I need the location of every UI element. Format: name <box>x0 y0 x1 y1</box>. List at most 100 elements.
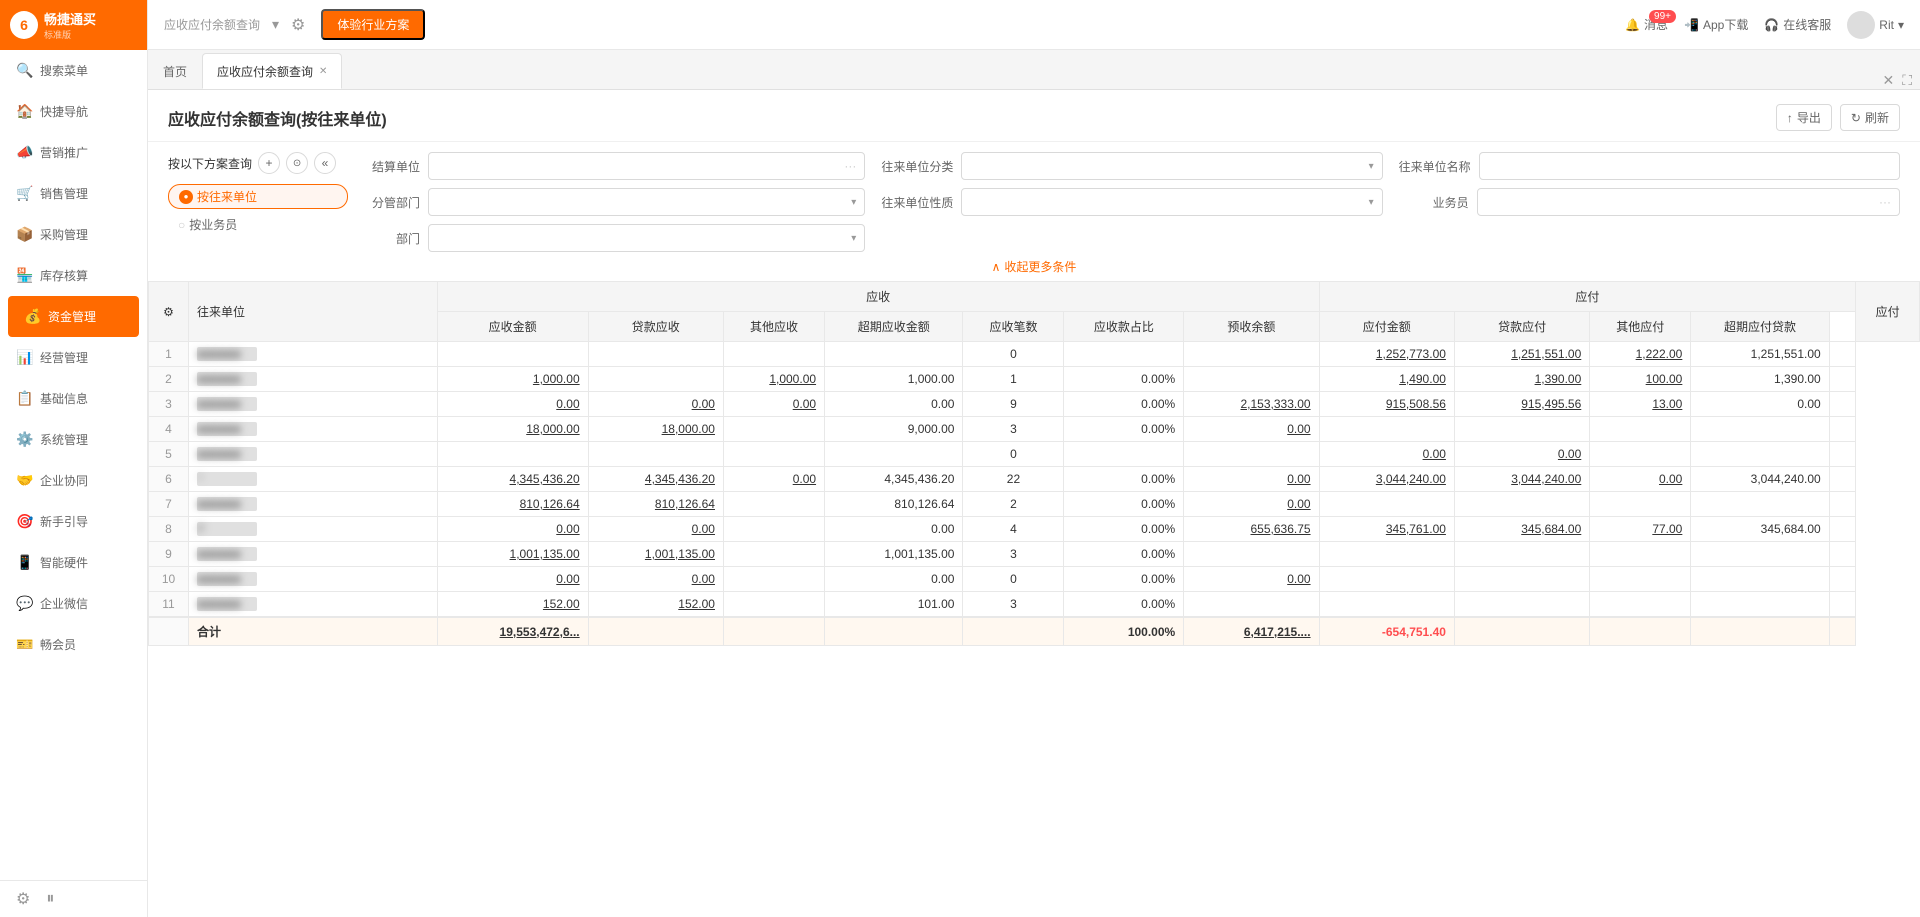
table-cell[interactable] <box>723 492 824 517</box>
th-settings[interactable]: ⚙ <box>149 282 189 342</box>
table-cell[interactable]: 4,345,436.20 <box>588 467 723 492</box>
sidebar-item-quick[interactable]: 🏠 快捷导航 <box>0 91 147 132</box>
partner-category-select[interactable]: ▾ <box>961 152 1382 180</box>
table-cell[interactable]: 0.00 <box>1590 467 1691 492</box>
tab-arquery[interactable]: 应收应付余额查询 ✕ <box>202 53 342 89</box>
table-cell[interactable] <box>1184 367 1319 392</box>
table-cell[interactable]: 1,251,551.00 <box>1454 342 1589 367</box>
sidebar-item-finance[interactable]: 💰 资金管理 <box>8 296 139 337</box>
breadcrumb-dropdown-icon[interactable]: ▾ <box>272 16 279 33</box>
table-cell[interactable]: 1,001,135.00 <box>588 542 723 567</box>
user-menu[interactable]: Rit ▾ <box>1847 11 1904 39</box>
table-cell[interactable] <box>723 417 824 442</box>
collapse-more-button[interactable]: ∧ 收起更多条件 <box>148 252 1920 281</box>
table-cell[interactable]: 3,044,240.00 <box>1319 467 1454 492</box>
table-settings-icon[interactable]: ⚙ <box>163 305 174 319</box>
table-cell[interactable] <box>1454 592 1589 618</box>
table-cell[interactable]: 0.00 <box>588 567 723 592</box>
settings-bottom-icon[interactable]: ⚙ <box>16 889 30 909</box>
table-cell[interactable] <box>588 367 723 392</box>
sidebar-item-marketing[interactable]: 📣 营销推广 <box>0 132 147 173</box>
window-maximize-icon[interactable]: ⛶ <box>1902 72 1912 89</box>
table-cell[interactable] <box>1319 417 1454 442</box>
dept-select[interactable]: ▾ <box>428 224 865 252</box>
sidebar-item-search[interactable]: 🔍 搜索菜单 <box>0 50 147 91</box>
table-cell[interactable]: 810,126.64 <box>437 492 588 517</box>
settlement-input[interactable]: ··· <box>428 152 865 180</box>
table-cell[interactable]: 1,490.00 <box>1319 367 1454 392</box>
table-cell[interactable]: 1,000.00 <box>723 367 824 392</box>
table-cell[interactable] <box>1454 542 1589 567</box>
notification-button[interactable]: 🔔 消息 99+ <box>1625 16 1668 33</box>
header-gear-icon[interactable]: ⚙ <box>291 15 305 35</box>
sidebar-item-purchase[interactable]: 📦 采购管理 <box>0 214 147 255</box>
table-cell[interactable] <box>1184 442 1319 467</box>
table-cell[interactable]: 0.00 <box>1184 492 1319 517</box>
table-cell[interactable]: 1,390.00 <box>1454 367 1589 392</box>
export-button[interactable]: ↑ 导出 <box>1776 104 1832 131</box>
table-cell[interactable]: 18,000.00 <box>437 417 588 442</box>
table-cell[interactable]: 1,252,773.00 <box>1319 342 1454 367</box>
refresh-button[interactable]: ↻ 刷新 <box>1840 104 1900 131</box>
online-service-button[interactable]: 🎧 在线客服 <box>1764 16 1831 33</box>
sidebar-item-business[interactable]: 📊 经营管理 <box>0 337 147 378</box>
table-cell[interactable] <box>1590 542 1691 567</box>
sidebar-item-wechat[interactable]: 💬 企业微信 <box>0 583 147 624</box>
app-download-button[interactable]: 📲 App下载 <box>1684 16 1748 33</box>
table-cell[interactable] <box>437 442 588 467</box>
table-cell[interactable] <box>1319 567 1454 592</box>
scheme-partner[interactable]: ● 按往来单位 <box>168 184 348 209</box>
table-cell[interactable]: 0.00 <box>1319 442 1454 467</box>
table-cell[interactable] <box>723 342 824 367</box>
dept-manage-select[interactable]: ▾ <box>428 188 865 216</box>
table-cell[interactable]: 18,000.00 <box>588 417 723 442</box>
table-cell[interactable]: 0.00 <box>1184 567 1319 592</box>
tab-home[interactable]: 首页 <box>148 53 202 89</box>
table-cell[interactable]: 0.00 <box>723 392 824 417</box>
table-cell[interactable] <box>723 592 824 618</box>
table-cell[interactable]: 152.00 <box>437 592 588 618</box>
table-cell[interactable]: 2,153,333.00 <box>1184 392 1319 417</box>
table-cell[interactable]: 4,345,436.20 <box>437 467 588 492</box>
partner-nature-select[interactable]: ▾ <box>961 188 1382 216</box>
table-cell[interactable] <box>1184 542 1319 567</box>
table-cell[interactable] <box>1590 417 1691 442</box>
table-cell[interactable]: 345,684.00 <box>1454 517 1589 542</box>
collapse-sidebar-icon[interactable]: ⏸ <box>46 890 54 908</box>
sidebar-item-member[interactable]: 🎫 畅会员 <box>0 624 147 665</box>
sidebar-item-system[interactable]: ⚙️ 系统管理 <box>0 419 147 460</box>
table-cell[interactable] <box>1590 567 1691 592</box>
table-cell[interactable] <box>1590 442 1691 467</box>
table-cell[interactable]: 1,000.00 <box>437 367 588 392</box>
total-ar-advance[interactable]: 6,417,215.... <box>1184 617 1319 646</box>
add-scheme-button[interactable]: + <box>258 152 280 174</box>
table-cell[interactable] <box>723 442 824 467</box>
table-cell[interactable]: 915,495.56 <box>1454 392 1589 417</box>
table-cell[interactable] <box>588 342 723 367</box>
table-cell[interactable]: 1,001,135.00 <box>437 542 588 567</box>
sidebar-item-hardware[interactable]: 📱 智能硬件 <box>0 542 147 583</box>
table-cell[interactable]: 0.00 <box>1184 417 1319 442</box>
table-cell[interactable] <box>723 567 824 592</box>
table-cell[interactable] <box>1319 592 1454 618</box>
table-cell[interactable] <box>1184 592 1319 618</box>
table-cell[interactable]: 0.00 <box>437 517 588 542</box>
table-cell[interactable] <box>1319 542 1454 567</box>
total-ar-amount[interactable]: 19,553,472,6... <box>437 617 588 646</box>
table-cell[interactable]: 345,761.00 <box>1319 517 1454 542</box>
table-cell[interactable]: 13.00 <box>1590 392 1691 417</box>
table-cell[interactable]: 3,044,240.00 <box>1454 467 1589 492</box>
sidebar-item-guide[interactable]: 🎯 新手引导 <box>0 501 147 542</box>
table-cell[interactable]: 0.00 <box>723 467 824 492</box>
table-container[interactable]: ⚙ 往来单位 应收 应付 应付 <box>148 281 1920 917</box>
table-cell[interactable]: 0.00 <box>1454 442 1589 467</box>
table-cell[interactable]: 77.00 <box>1590 517 1691 542</box>
table-cell[interactable] <box>1319 492 1454 517</box>
table-cell[interactable]: 1,222.00 <box>1590 342 1691 367</box>
table-cell[interactable] <box>437 342 588 367</box>
table-cell[interactable] <box>588 442 723 467</box>
table-cell[interactable]: 0.00 <box>588 392 723 417</box>
table-cell[interactable] <box>723 517 824 542</box>
table-cell[interactable] <box>1454 492 1589 517</box>
sidebar-item-basic[interactable]: 📋 基础信息 <box>0 378 147 419</box>
